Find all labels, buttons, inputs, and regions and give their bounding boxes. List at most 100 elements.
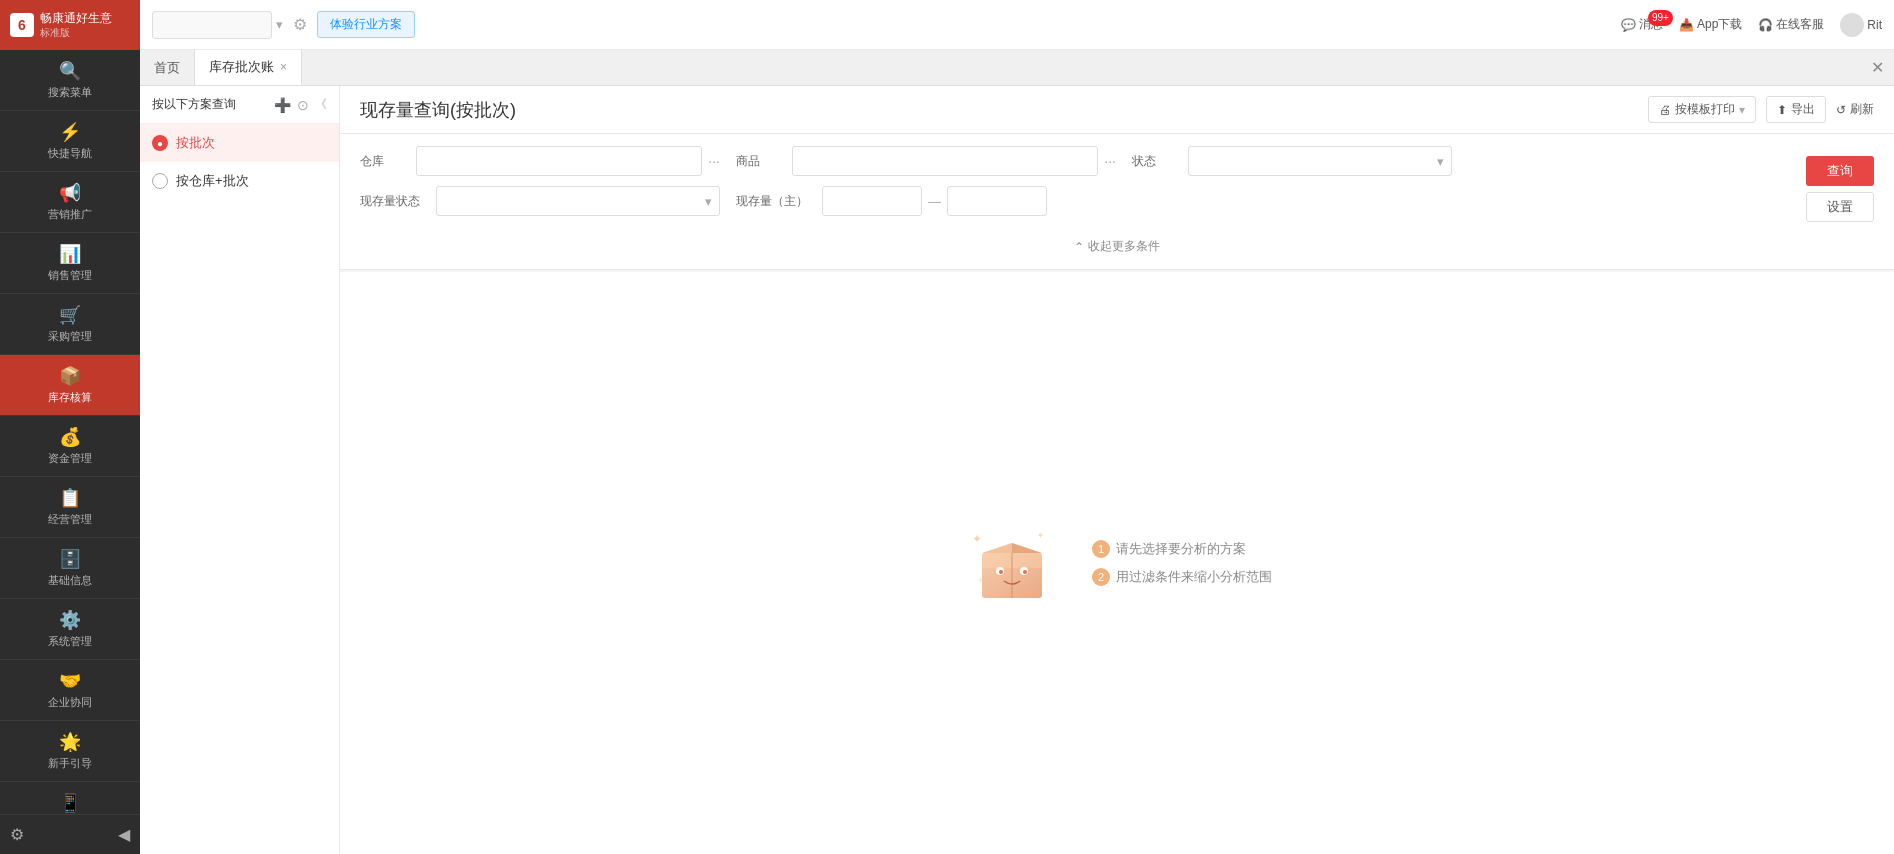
status-label: 状态 (1132, 153, 1182, 170)
sidebar: 6 畅康通好生意 标准版 🔍 搜索菜单 ⚡ 快捷导航 📢 营销推广 📊 销售管理… (0, 0, 140, 854)
scheme-item-batch[interactable]: ● 按批次 (140, 124, 339, 162)
print-button[interactable]: 🖨 按模板打印 ▾ (1648, 96, 1756, 123)
warehouse-input[interactable] (416, 146, 702, 176)
collapse-panel-icon[interactable]: 《 (315, 96, 327, 113)
product-input[interactable] (792, 146, 1098, 176)
tip-number-2: 2 (1092, 568, 1110, 586)
sidebar-item-search[interactable]: 🔍 搜索菜单 (0, 50, 140, 111)
sidebar-item-apps[interactable]: 📱 应用中心 (0, 782, 140, 814)
search-input[interactable] (152, 11, 272, 39)
add-scheme-icon[interactable]: ➕ (274, 97, 291, 113)
query-button[interactable]: 查询 (1806, 156, 1874, 186)
tab-close-all-icon[interactable]: ✕ (1871, 58, 1884, 77)
sidebar-collapse-icon[interactable]: ◀ (118, 825, 130, 844)
inventory-qty-to[interactable] (947, 186, 1047, 216)
app-version: 标准版 (40, 26, 112, 39)
tip-number-1: 1 (1092, 540, 1110, 558)
print-chevron-icon[interactable]: ▾ (1739, 103, 1745, 117)
filter-fields: 仓库 ··· 商品 ··· (360, 146, 1796, 216)
svg-point-7 (999, 570, 1003, 574)
tab-home[interactable]: 首页 (140, 50, 195, 85)
inactive-indicator (152, 173, 168, 189)
marketing-icon: 📢 (59, 182, 81, 204)
tabbar-right-actions: ✕ (1861, 50, 1894, 85)
refresh-button[interactable]: ↺ 刷新 (1836, 101, 1874, 118)
newuser-icon: 🌟 (59, 731, 81, 753)
sidebar-nav: 🔍 搜索菜单 ⚡ 快捷导航 📢 营销推广 📊 销售管理 🛒 采购管理 📦 库存核… (0, 50, 140, 814)
user-avatar-button[interactable]: Rit (1840, 13, 1882, 37)
corp-icon: 🤝 (59, 670, 81, 692)
trial-button[interactable]: 体验行业方案 (317, 11, 415, 38)
empty-tips: 1 请先选择要分析的方案 2 用过滤条件来缩小分析范围 (1092, 540, 1272, 586)
topbar-gear-icon[interactable]: ⚙ (293, 15, 307, 34)
finance-icon: 💰 (59, 426, 81, 448)
filter-top-row: 仓库 ··· 商品 ··· (360, 146, 1874, 232)
inventory-status-select-wrap: ▾ (436, 186, 720, 216)
warehouse-more-icon[interactable]: ··· (708, 153, 720, 169)
sidebar-item-base[interactable]: 🗄️ 基础信息 (0, 538, 140, 599)
filter-row-1: 仓库 ··· 商品 ··· (360, 146, 1796, 176)
scheme-item-warehouse-batch[interactable]: 按仓库+批次 (140, 162, 339, 200)
inventory-status-label: 现存量状态 (360, 193, 430, 210)
sidebar-item-operations[interactable]: 📋 经营管理 (0, 477, 140, 538)
active-indicator: ● (152, 135, 168, 151)
app-download-button[interactable]: 📥 App下载 (1679, 16, 1742, 33)
settings-scheme-icon[interactable]: ⊙ (297, 97, 309, 113)
page-header: 现存量查询(按批次) 🖨 按模板打印 ▾ ⬆ 导出 ↺ 刷新 (340, 86, 1894, 134)
filter-warehouse: 仓库 ··· (360, 146, 720, 176)
sidebar-item-sales[interactable]: 📊 销售管理 (0, 233, 140, 294)
online-service-label: 在线客服 (1776, 16, 1824, 33)
inventory-qty-label: 现存量（主） (736, 193, 816, 210)
purchase-icon: 🛒 (59, 304, 81, 326)
filter-action-buttons: 查询 设置 (1796, 146, 1874, 232)
filter-inventory-qty: 现存量（主） — (736, 186, 1116, 216)
user-name: Rit (1867, 18, 1882, 32)
export-button[interactable]: ⬆ 导出 (1766, 96, 1826, 123)
search-menu-icon: 🔍 (59, 60, 81, 82)
filter-product: 商品 ··· (736, 146, 1116, 176)
sidebar-item-inventory[interactable]: 📦 库存核算 (0, 355, 140, 416)
avatar (1840, 13, 1864, 37)
sidebar-item-finance[interactable]: 💰 资金管理 (0, 416, 140, 477)
left-panel-header: 按以下方案查询 ➕ ⊙ 《 (140, 86, 339, 124)
product-more-icon[interactable]: ··· (1104, 153, 1116, 169)
status-select[interactable] (1188, 146, 1452, 176)
sidebar-item-purchase[interactable]: 🛒 采购管理 (0, 294, 140, 355)
sidebar-item-corp[interactable]: 🤝 企业协同 (0, 660, 140, 721)
svg-text:✦: ✦ (972, 532, 982, 546)
collapse-more-button[interactable]: ⌃ 收起更多条件 (360, 232, 1874, 257)
page-title: 现存量查询(按批次) (360, 98, 516, 122)
warehouse-label: 仓库 (360, 153, 410, 170)
product-label: 商品 (736, 153, 786, 170)
empty-state: ✦ ✦ ✦ 1 请先选择要分析的方案 2 用过滤条件来缩小分析范围 (340, 272, 1894, 854)
right-content: 现存量查询(按批次) 🖨 按模板打印 ▾ ⬆ 导出 ↺ 刷新 (340, 86, 1894, 854)
page-header-actions: 🖨 按模板打印 ▾ ⬆ 导出 ↺ 刷新 (1648, 96, 1874, 123)
inventory-qty-from[interactable] (822, 186, 922, 216)
inventory-status-select[interactable] (436, 186, 720, 216)
tab-inventory-batch[interactable]: 库存批次账 × (195, 50, 302, 85)
app-name: 畅康通好生意 (40, 11, 112, 27)
base-icon: 🗄️ (59, 548, 81, 570)
svg-marker-1 (982, 543, 1012, 553)
search-chevron-icon[interactable]: ▾ (276, 17, 283, 32)
scheme-batch-label: 按批次 (176, 134, 215, 152)
sidebar-item-newuser[interactable]: 🌟 新手引导 (0, 721, 140, 782)
range-dash: — (928, 194, 941, 209)
online-service-button[interactable]: 🎧 在线客服 (1758, 16, 1824, 33)
headset-icon: 🎧 (1758, 18, 1773, 32)
settings-button[interactable]: 设置 (1806, 192, 1874, 222)
messages-button[interactable]: 💬 消息 99+ (1621, 16, 1663, 33)
tab-close-icon[interactable]: × (280, 61, 287, 73)
sidebar-item-system[interactable]: ⚙️ 系统管理 (0, 599, 140, 660)
message-icon: 💬 (1621, 18, 1636, 32)
refresh-icon: ↺ (1836, 103, 1846, 117)
sidebar-item-marketing[interactable]: 📢 营销推广 (0, 172, 140, 233)
printer-icon: 🖨 (1659, 103, 1671, 117)
sidebar-settings-icon[interactable]: ⚙ (10, 825, 24, 844)
tabs-wrap: 首页 库存批次账 × (140, 50, 1861, 85)
sidebar-header: 6 畅康通好生意 标准版 (0, 0, 140, 50)
inventory-icon: 📦 (59, 365, 81, 387)
sidebar-item-shortcut[interactable]: ⚡ 快捷导航 (0, 111, 140, 172)
filter-area: 仓库 ··· 商品 ··· (340, 134, 1894, 270)
empty-illustration: ✦ ✦ ✦ (962, 513, 1062, 613)
